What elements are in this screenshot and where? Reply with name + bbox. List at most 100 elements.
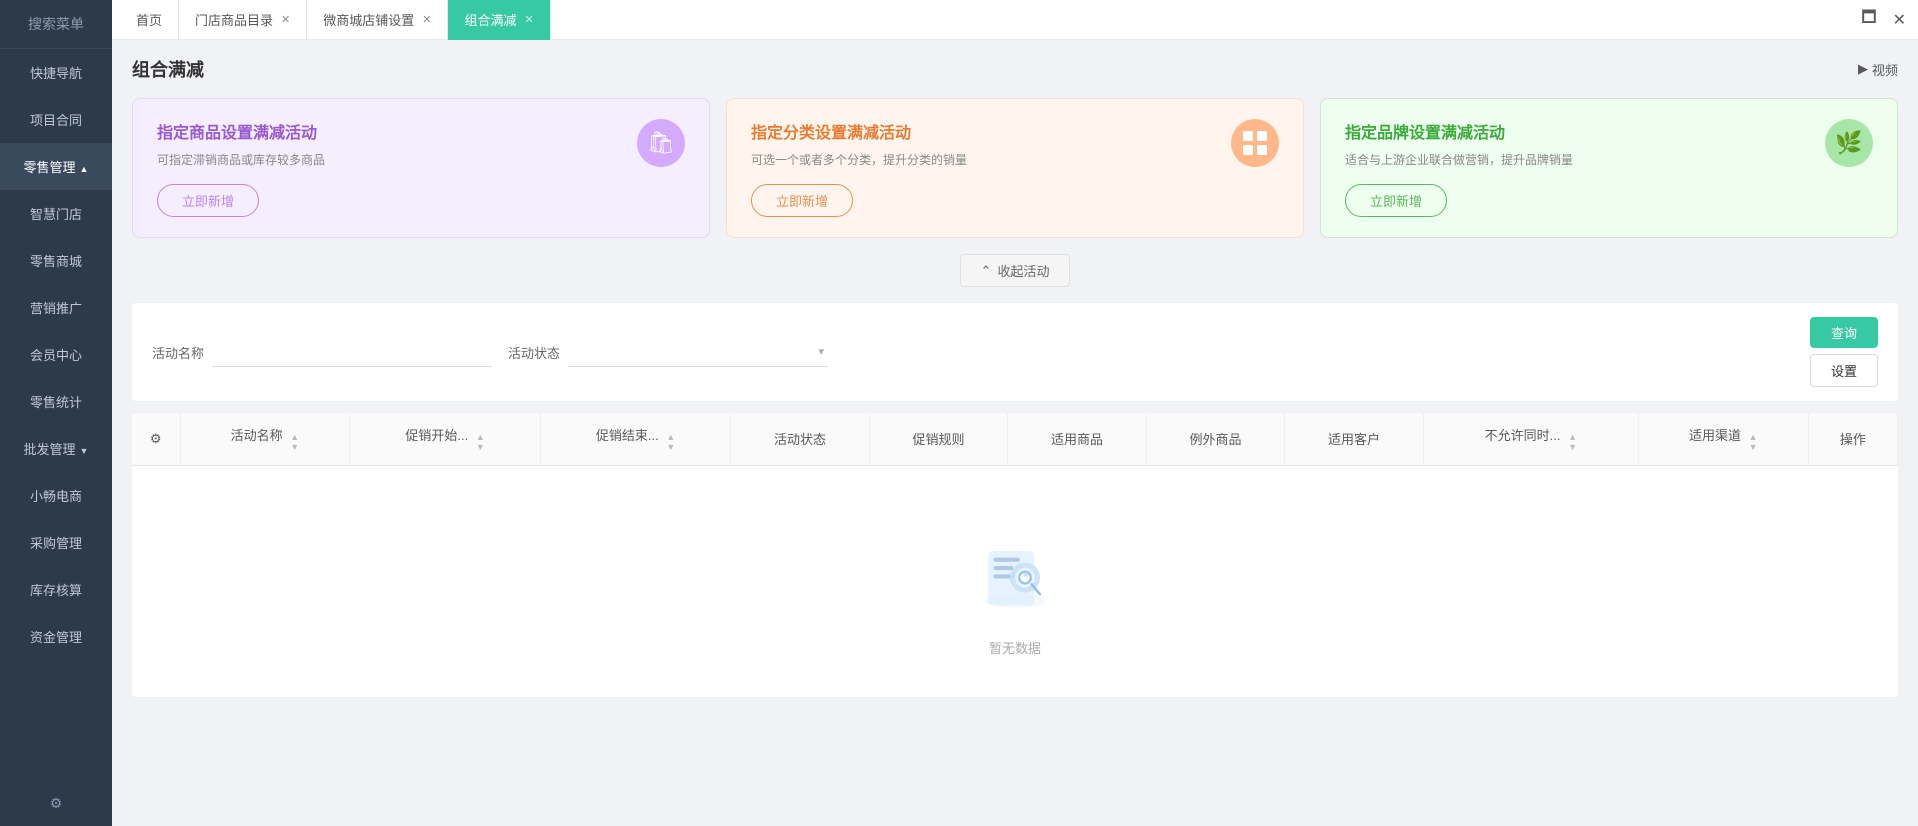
promo-card-brand-title: 指定品牌设置满减活动 [1345,119,1873,143]
th-no-concurrent-label: 不允许同时... [1485,428,1561,443]
filter-status-label: 活动状态 [508,343,560,362]
tab-combo-discount-close[interactable]: ✕ [525,13,534,26]
promo-card-category-desc: 可选一个或者多个分类，提升分类的销量 [751,151,1279,172]
tab-home-label: 首页 [136,10,162,29]
th-customer-label: 适用客户 [1328,432,1380,447]
th-channel-sort: ▲▼ [1749,433,1758,453]
th-name-sort: ▲▼ [290,433,299,453]
sidebar-item-retail-stats[interactable]: 零售统计 [0,378,112,425]
th-rule: 促销规则 [869,413,1008,465]
promo-card-category: 指定分类设置满减活动 可选一个或者多个分类，提升分类的销量 立即新增 [726,98,1304,238]
th-name[interactable]: 活动名称 ▲▼ [180,413,350,465]
promo-card-product-btn[interactable]: 立即新增 [157,184,259,217]
th-status-label: 活动状态 [774,432,826,447]
th-products-label: 适用商品 [1051,432,1103,447]
window-close-btn[interactable]: ✕ [1889,6,1910,34]
tab-home[interactable]: 首页 [120,0,179,40]
main-area: 首页 门店商品目录 ✕ 微商城店铺设置 ✕ 组合满减 ✕ 🗖 ✕ 组合满减 ▶ … [112,0,1918,826]
table-wrapper: ⚙ 活动名称 ▲▼ 促销开始... ▲▼ 促销结束... ▲▼ [132,413,1898,697]
sidebar-item-project-contract[interactable]: 项目合同 [0,96,112,143]
window-controls: 🗖 ✕ [1857,2,1910,37]
collapse-icon: ⌃ [981,263,992,279]
window-restore-btn[interactable]: 🗖 [1857,2,1880,37]
sidebar-item-quick-nav[interactable]: 快捷导航 [0,49,112,96]
promo-cards-row: 指定商品设置满减活动 🛍 可指定滞销商品或库存较多商品 立即新增 指定分类设置满… [132,98,1898,238]
tab-wechat-store[interactable]: 微商城店铺设置 ✕ [307,0,448,40]
play-icon: ▶ [1858,61,1868,77]
th-customer: 适用客户 [1285,413,1424,465]
promo-card-brand: 指定品牌设置满减活动 🌿 适合与上游企业联合做营销，提升品牌销量 立即新增 [1320,98,1898,238]
th-end-label: 促销结束... [596,428,659,443]
sidebar: 搜索菜单 快捷导航 项目合同 零售管理 智慧门店 零售商城 营销推广 会员中心 … [0,0,112,826]
page-title: 组合满减 [132,56,204,82]
empty-state: 暂无数据 [132,466,1898,697]
promo-card-category-btn[interactable]: 立即新增 [751,184,853,217]
th-settings[interactable]: ⚙ [132,413,180,465]
tab-wechat-store-close[interactable]: ✕ [422,13,431,26]
promo-card-brand-icon: 🌿 [1825,119,1873,167]
promo-card-category-icon [1231,119,1279,167]
sidebar-item-marketing[interactable]: 营销推广 [0,284,112,331]
sidebar-search[interactable]: 搜索菜单 [0,0,112,49]
th-start-label: 促销开始... [405,428,468,443]
collapse-label: 收起活动 [997,261,1049,280]
sidebar-item-retail-mgmt[interactable]: 零售管理 [0,143,112,190]
sidebar-item-fund-mgmt[interactable]: 资金管理 [0,613,112,660]
th-channel[interactable]: 适用渠道 ▲▼ [1638,413,1808,465]
th-end[interactable]: 促销结束... ▲▼ [540,413,730,465]
sidebar-item-member-center[interactable]: 会员中心 [0,331,112,378]
tab-wechat-store-label: 微商城店铺设置 [323,10,414,29]
sidebar-item-purchase-mgmt[interactable]: 采购管理 [0,519,112,566]
promo-card-brand-desc: 适合与上游企业联合做营销，提升品牌销量 [1345,151,1873,172]
filter-name-label: 活动名称 [152,343,204,362]
sidebar-item-retail-mall[interactable]: 零售商城 [0,237,112,284]
settings-button[interactable]: 设置 [1810,354,1878,387]
query-button[interactable]: 查询 [1810,317,1878,348]
collapse-bar: ⌃ 收起活动 [132,254,1898,287]
th-name-label: 活动名称 [231,428,283,443]
chevron-down-icon: ▾ [819,345,825,358]
th-excluded: 例外商品 [1146,413,1285,465]
promo-card-product-title: 指定商品设置满减活动 [157,119,685,143]
th-status: 活动状态 [731,413,870,465]
promo-card-product-desc: 可指定滞销商品或库存较多商品 [157,151,685,172]
page-header: 组合满减 ▶ 视频 [132,56,1898,82]
tab-combo-discount[interactable]: 组合满减 ✕ [448,0,550,40]
th-start-sort: ▲▼ [476,433,485,453]
tabs-bar: 首页 门店商品目录 ✕ 微商城店铺设置 ✕ 组合满减 ✕ 🗖 ✕ [112,0,1918,40]
th-end-sort: ▲▼ [666,433,675,453]
tab-combo-discount-label: 组合满减 [464,10,516,29]
th-operations-label: 操作 [1840,432,1866,447]
tab-store-catalog-label: 门店商品目录 [195,10,273,29]
tab-store-catalog[interactable]: 门店商品目录 ✕ [179,0,307,40]
video-label: 视频 [1872,60,1898,79]
th-channel-label: 适用渠道 [1689,428,1741,443]
collapse-btn[interactable]: ⌃ 收起活动 [960,254,1071,287]
sidebar-item-ecommerce[interactable]: 小畅电商 [0,472,112,519]
empty-text: 暂无数据 [989,638,1041,657]
promo-card-brand-btn[interactable]: 立即新增 [1345,184,1447,217]
filter-name-item: 活动名称 [152,337,492,367]
th-no-concurrent-sort: ▲▼ [1568,433,1577,453]
promo-card-product-icon: 🛍 [637,119,685,167]
sidebar-item-inventory-calc[interactable]: 库存核算 [0,566,112,613]
filter-row: 活动名称 活动状态 ▾ 查询 设置 [132,303,1898,401]
th-no-concurrent[interactable]: 不允许同时... ▲▼ [1423,413,1638,465]
th-excluded-label: 例外商品 [1190,432,1242,447]
video-link[interactable]: ▶ 视频 [1858,60,1898,79]
filter-status-select[interactable]: ▾ [568,337,828,367]
filter-name-input[interactable] [212,337,492,367]
th-products: 适用商品 [1008,413,1147,465]
th-start[interactable]: 促销开始... ▲▼ [350,413,540,465]
sidebar-item-wholesale-mgmt[interactable]: 批发管理 [0,425,112,472]
empty-icon [965,526,1065,626]
promo-card-product: 指定商品设置满减活动 🛍 可指定滞销商品或库存较多商品 立即新增 [132,98,710,238]
page-content: 组合满减 ▶ 视频 指定商品设置满减活动 🛍 可指定滞销商品或库存较多商品 立即… [112,40,1918,826]
tab-store-catalog-close[interactable]: ✕ [281,13,290,26]
th-rule-label: 促销规则 [913,432,965,447]
th-operations: 操作 [1808,413,1897,465]
sidebar-settings-icon[interactable]: ⚙ [0,781,112,826]
sidebar-item-smart-store[interactable]: 智慧门店 [0,190,112,237]
settings-icon: ⚙ [150,431,162,446]
filter-actions: 查询 设置 [1810,317,1878,387]
